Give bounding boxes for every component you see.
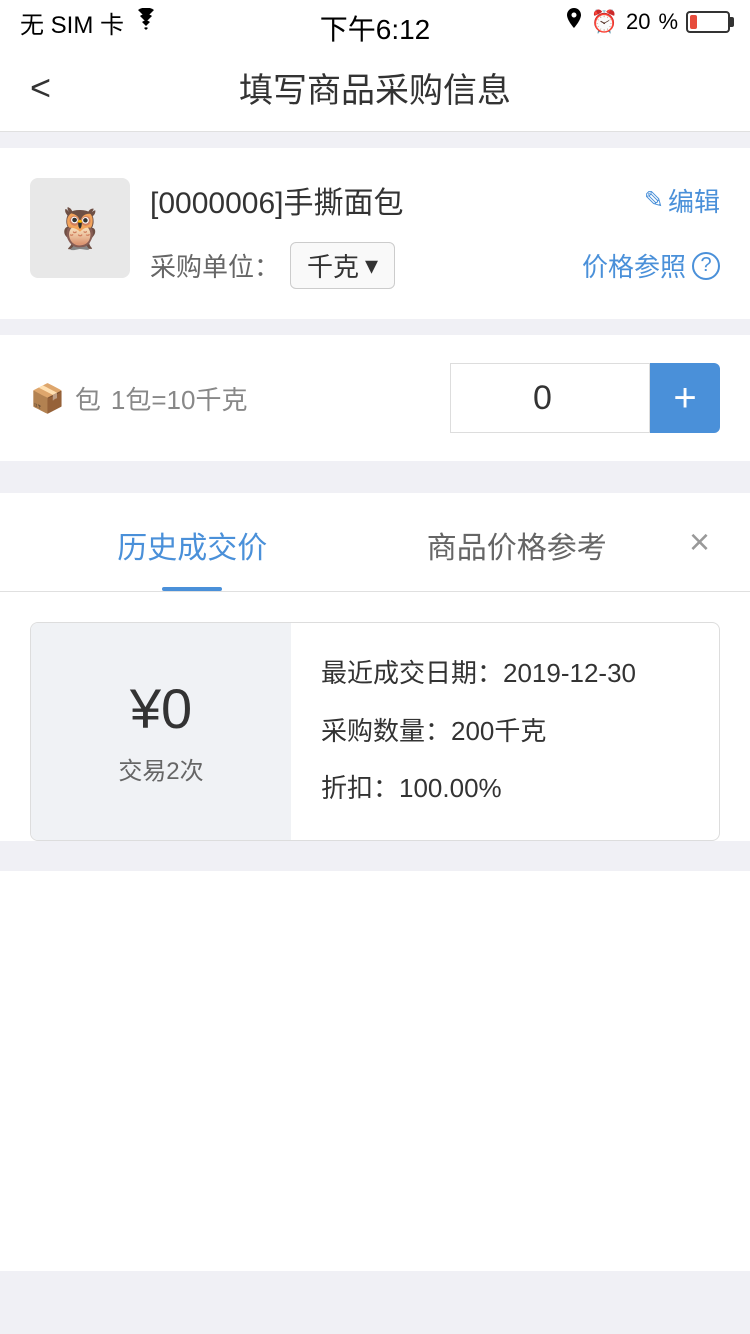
close-panel-button[interactable]: × [679,501,720,583]
product-info: [0000006]手撕面包 ✎ 编辑 采购单位： 千克 ▾ 价格参照 ? [150,178,720,289]
status-time: 下午6:12 [320,8,431,48]
package-label: 包 [75,380,101,417]
alarm-icon: ⏰ [591,9,618,35]
quantity-row: 📦 包 1包=10千克 + [0,335,750,461]
divider [0,319,750,335]
product-thumbnail-icon: 🦉 [55,205,105,252]
dropdown-icon: ▾ [365,250,378,281]
location-icon [565,8,583,36]
price-value: ¥0 [130,676,192,741]
plus-button[interactable]: + [650,363,720,433]
purchase-qty-row: 采购数量：200千克 [321,711,689,753]
wifi-icon [132,8,160,37]
tabs-panel: 历史成交价 商品价格参考 × ¥0 交易2次 最近成交日期：2019-12-30… [0,493,750,841]
page-title: 填写商品采购信息 [239,63,511,112]
battery-indicator [686,11,730,33]
battery-percent: 20 [626,9,650,35]
discount-row: 折扣：100.00% [321,768,689,810]
edit-button[interactable]: ✎ 编辑 [644,182,720,219]
unit-select[interactable]: 千克 ▾ [290,242,395,289]
status-bar: 无 SIM 卡 下午6:12 ⏰ 20 % [0,0,750,44]
back-button[interactable]: < [30,67,51,109]
tab-history-price[interactable]: 历史成交价 [30,493,354,591]
quantity-input[interactable] [450,363,650,433]
quantity-input-row: + [450,363,720,433]
content-background [0,871,750,1271]
product-image: 🦉 [30,178,130,278]
quantity-label: 📦 包 1包=10千克 [30,380,247,417]
question-icon: ? [692,252,720,280]
product-name: [0000006]手撕面包 [150,178,403,222]
transaction-count: 交易2次 [118,751,203,786]
conversion-text: 1包=10千克 [111,380,248,417]
tabs-header: 历史成交价 商品价格参考 × [0,493,750,592]
product-card: 🦉 [0000006]手撕面包 ✎ 编辑 采购单位： 千克 ▾ [0,148,750,319]
divider2 [0,461,750,477]
status-left: 无 SIM 卡 [20,5,160,40]
carrier-text: 无 SIM 卡 [20,5,124,40]
price-ref-button[interactable]: 价格参照 ? [582,247,720,284]
price-details: 最近成交日期：2019-12-30 采购数量：200千克 折扣：100.00% [291,623,719,840]
edit-icon: ✎ [644,186,664,215]
package-icon: 📦 [30,382,65,415]
history-price-card: ¥0 交易2次 最近成交日期：2019-12-30 采购数量：200千克 折扣：… [30,622,720,841]
yen-symbol: ¥ [130,677,161,740]
nav-bar: < 填写商品采购信息 [0,44,750,132]
status-right: ⏰ 20 % [565,8,730,36]
price-summary: ¥0 交易2次 [31,623,291,840]
tab-product-price-ref[interactable]: 商品价格参考 [354,493,678,591]
latest-date-row: 最近成交日期：2019-12-30 [321,653,689,695]
unit-label: 采购单位： 千克 ▾ [150,242,395,289]
